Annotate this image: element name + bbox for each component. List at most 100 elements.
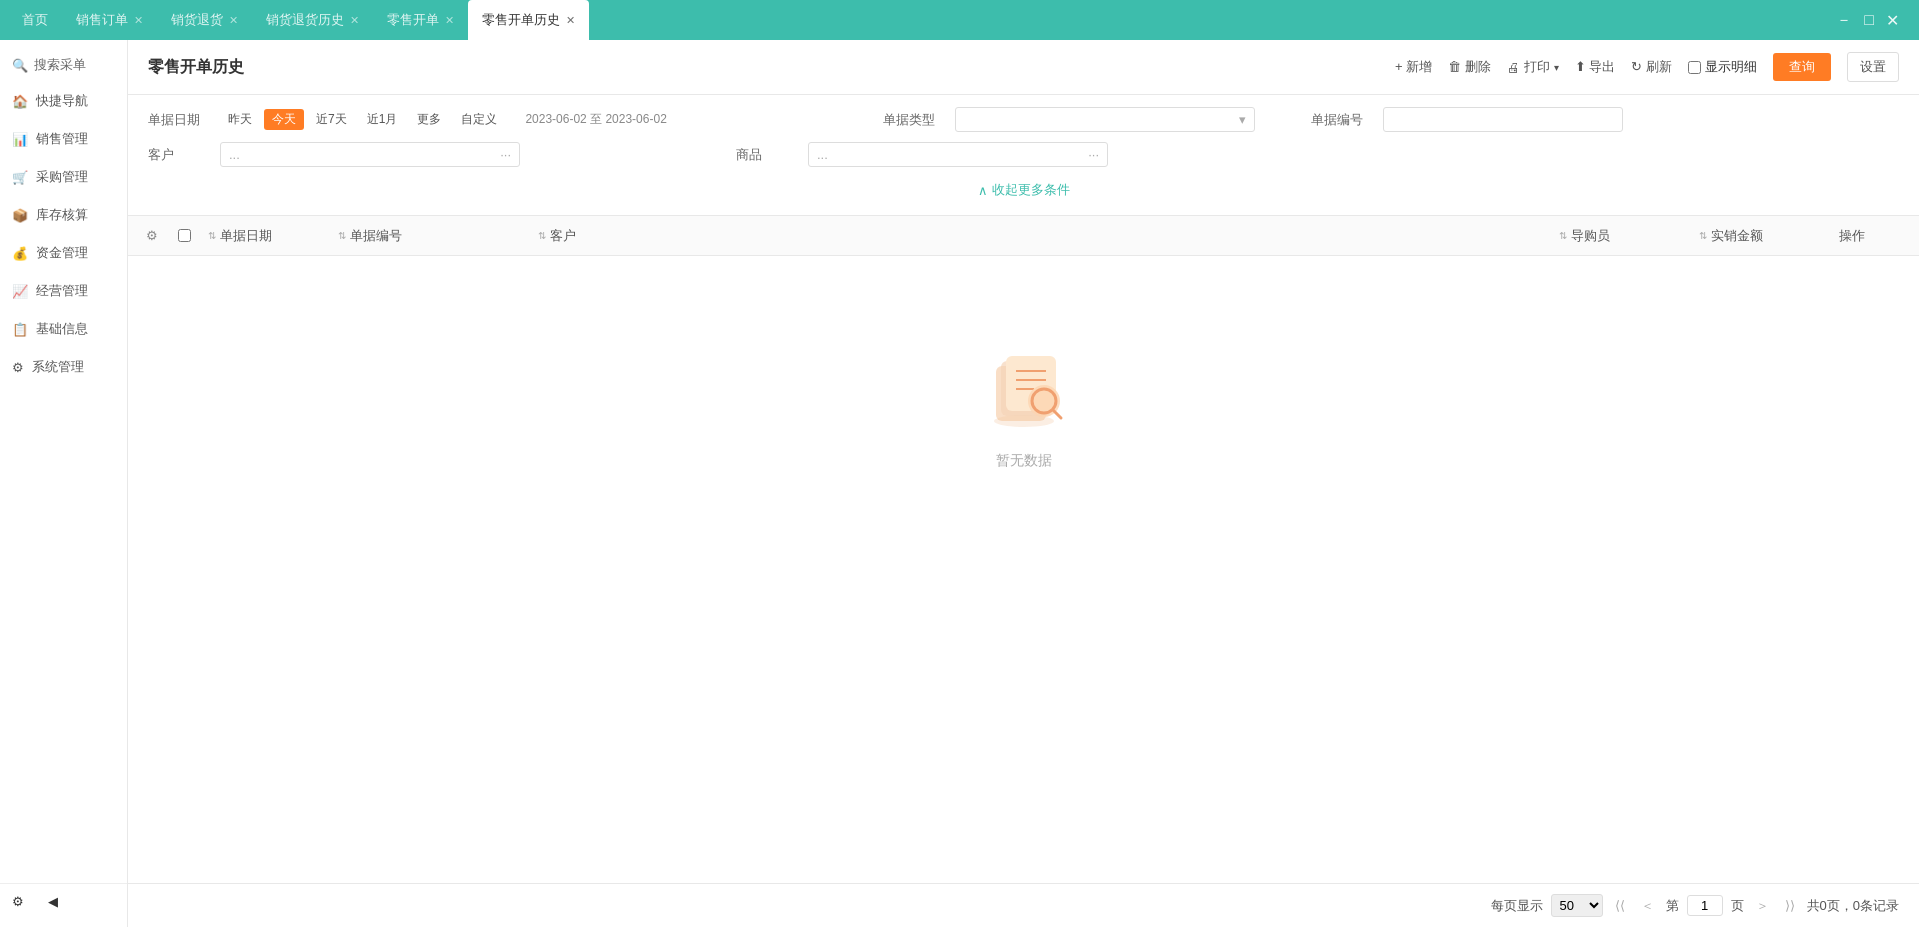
th-guide-label: 导购员 [1571,227,1610,245]
total-label: 共0页，0条记录 [1807,897,1899,915]
goods-select-ellipsis: ··· [1088,147,1099,162]
select-all-checkbox-container[interactable] [168,229,200,242]
sidebar-item-system[interactable]: ⚙ 系统管理 [0,348,127,386]
th-amount-sort-icon[interactable]: ⇅ [1699,230,1707,241]
tab-return-history-close[interactable]: ✕ [350,14,359,27]
content-area: 零售开单历史 + 新增 🗑 删除 🖨 🖨 打印 打印 ▾ ⬆ 导出 ↻ 刷新 显… [128,40,1919,927]
purchase-icon: 🛒 [12,170,28,185]
filter-row-1: 单据日期 昨天 今天 近7天 近1月 更多 自定义 2023-06-02 至 2… [148,107,1899,132]
tab-retail[interactable]: 零售开单 ✕ [373,0,468,40]
type-select[interactable]: ▾ [955,107,1255,132]
date-filter-label: 单据日期 [148,111,204,129]
tab-return-close[interactable]: ✕ [229,14,238,27]
last-page-button[interactable]: ⟩⟩ [1781,896,1799,915]
tab-sales-order-close[interactable]: ✕ [134,14,143,27]
sidebar-item-basic[interactable]: 📋 基础信息 [0,310,127,348]
sidebar-search-label: 搜索采单 [34,56,86,74]
type-select-chevron: ▾ [1239,112,1246,127]
date-today[interactable]: 今天 [264,109,304,130]
th-sort-icon[interactable]: ⇅ [208,230,216,241]
tab-sales-order[interactable]: 销售订单 ✕ [62,0,157,40]
window-controls: － □ ✕ [1836,10,1911,31]
sidebar-item-inventory[interactable]: 📦 库存核算 [0,196,127,234]
sidebar-bottom: ⚙ ◀ [0,883,127,919]
nav-icon: 🏠 [12,94,28,109]
tab-return[interactable]: 销货退货 ✕ [157,0,252,40]
per-page-select[interactable]: 50 100 200 [1551,894,1603,917]
collapse-label: 收起更多条件 [992,181,1070,199]
first-page-button[interactable]: ⟨⟨ [1611,896,1629,915]
goods-select[interactable]: ... ··· [808,142,1108,167]
page-label: 页 [1731,897,1744,915]
search-icon: 🔍 [12,58,28,73]
window-close-button[interactable]: ✕ [1886,11,1899,30]
settings-button[interactable]: 设置 [1847,52,1899,82]
sidebar-system-label: 系统管理 [32,358,84,376]
operations-icon: 📈 [12,284,28,299]
tab-home[interactable]: 首页 [8,0,62,40]
date-yesterday[interactable]: 昨天 [220,109,260,130]
tab-return-label: 销货退货 [171,11,223,29]
sidebar-collapse-icon[interactable]: ◀ [48,894,58,909]
empty-text: 暂无数据 [996,452,1052,470]
sidebar-item-purchase[interactable]: 🛒 采购管理 [0,158,127,196]
sidebar: 🔍 搜索采单 🏠 快捷导航 📊 销售管理 🛒 采购管理 📦 库存核算 💰 资金管… [0,40,128,927]
sidebar-inventory-label: 库存核算 [36,206,88,224]
query-button[interactable]: 查询 [1773,53,1831,81]
date-7days[interactable]: 近7天 [308,109,355,130]
th-number-sort-icon[interactable]: ⇅ [338,230,346,241]
finance-icon: 💰 [12,246,28,261]
sidebar-item-operations[interactable]: 📈 经营管理 [0,272,127,310]
page-number-input[interactable] [1687,895,1723,916]
maximize-button[interactable]: □ [1864,11,1874,29]
add-button[interactable]: + 新增 [1395,58,1432,76]
customer-select-ellipsis: ··· [500,147,511,162]
type-filter-label: 单据类型 [883,111,939,129]
sidebar-purchase-label: 采购管理 [36,168,88,186]
th-guide: ⇅ 导购员 [1551,227,1691,245]
collapse-button[interactable]: ∧ 收起更多条件 [148,177,1899,203]
sidebar-search[interactable]: 🔍 搜索采单 [0,48,127,82]
th-date: ⇅ 单据日期 [200,227,330,245]
empty-icon [974,336,1074,436]
tab-retail-history[interactable]: 零售开单历史 ✕ [468,0,589,40]
date-shortcuts: 昨天 今天 近7天 近1月 更多 自定义 [220,109,505,130]
tab-retail-label: 零售开单 [387,11,439,29]
sales-icon: 📊 [12,132,28,147]
print-button[interactable]: 🖨 🖨 打印 打印 ▾ [1507,58,1559,76]
column-settings-button[interactable]: ⚙ [136,228,168,243]
sidebar-sales-label: 销售管理 [36,130,88,148]
page-header: 零售开单历史 + 新增 🗑 删除 🖨 🖨 打印 打印 ▾ ⬆ 导出 ↻ 刷新 显… [128,40,1919,95]
prev-page-button[interactable]: ＜ [1637,895,1658,917]
sidebar-item-finance[interactable]: 💰 资金管理 [0,234,127,272]
th-guide-sort-icon[interactable]: ⇅ [1559,230,1567,241]
th-action-label: 操作 [1839,227,1865,245]
filter-row-2: 客户 ... ··· 商品 ... ··· [148,142,1899,167]
svg-line-9 [1053,410,1061,418]
delete-button[interactable]: 🗑 删除 [1448,58,1491,76]
tab-return-history[interactable]: 销货退货历史 ✕ [252,0,373,40]
th-amount: ⇅ 实销金额 [1691,227,1831,245]
select-all-checkbox[interactable] [178,229,191,242]
display-detail-checkbox[interactable] [1688,61,1701,74]
system-icon: ⚙ [12,360,24,375]
date-1month[interactable]: 近1月 [359,109,406,130]
tab-home-label: 首页 [22,11,48,29]
tab-retail-close[interactable]: ✕ [445,14,454,27]
date-more[interactable]: 更多 [409,109,449,130]
customer-select[interactable]: ... ··· [220,142,520,167]
tab-retail-history-close[interactable]: ✕ [566,14,575,27]
sidebar-settings-icon[interactable]: ⚙ [12,894,24,909]
next-page-button[interactable]: ＞ [1752,895,1773,917]
empty-state: 暂无数据 [128,256,1919,550]
minimize-button[interactable]: － [1836,10,1852,31]
pagination: 每页显示 50 100 200 ⟨⟨ ＜ 第 页 ＞ ⟩⟩ 共0页，0条记录 [128,883,1919,927]
date-custom[interactable]: 自定义 [453,109,505,130]
export-button[interactable]: ⬆ 导出 [1575,58,1616,76]
refresh-button[interactable]: ↻ 刷新 [1631,58,1672,76]
th-customer-sort-icon[interactable]: ⇅ [538,230,546,241]
sidebar-item-nav[interactable]: 🏠 快捷导航 [0,82,127,120]
display-detail-label[interactable]: 显示明细 [1688,58,1757,76]
number-input[interactable] [1383,107,1623,132]
sidebar-item-sales[interactable]: 📊 销售管理 [0,120,127,158]
